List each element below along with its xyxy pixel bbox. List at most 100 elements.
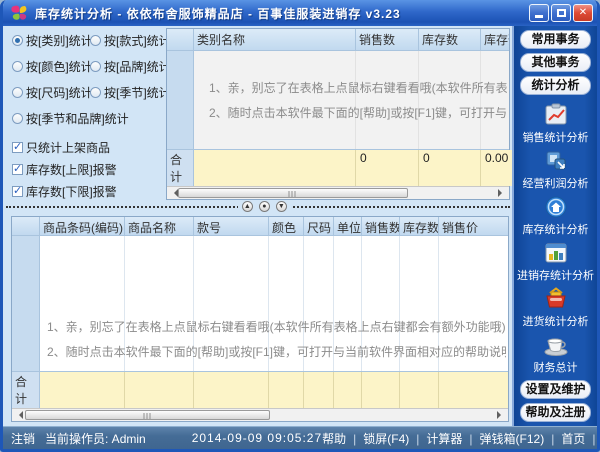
total-sales-value: 0 [356,150,419,186]
scroll-left-icon[interactable] [170,189,178,197]
sidebar-tab-stats-analysis[interactable]: 统计分析 [520,76,591,95]
sidebar-item-label: 经营利润分析 [522,178,589,190]
radio-by-category[interactable]: 按[类别]统计 [12,32,93,49]
radio-label: 按[季节和品牌]统计 [26,112,129,126]
sidebar-item-finance-total[interactable]: 财务总计 [534,333,578,375]
radio-label: 按[尺码]统计 [26,86,93,100]
column-header-stock[interactable]: 库存数 [400,217,439,236]
status-datetime: 2014-09-09 09:05:27 [191,431,323,445]
maximize-button[interactable] [551,4,571,22]
checkbox-lower-limit-alert[interactable]: 库存数[下限]报警 [12,183,164,200]
column-header-barcode[interactable]: 商品条码(编码) [40,217,125,236]
column-header-sales[interactable]: 销售数 [356,29,419,51]
sidebar-item-label: 进货统计分析 [522,316,589,328]
sidebar-tab-common-tasks[interactable]: 常用事务 [520,30,591,49]
row-indicator-header [167,29,194,51]
column-header-stock[interactable]: 库存数 [419,29,481,51]
sidebar-item-purchase-stats[interactable]: 进货统计分析 [523,287,589,329]
radio-by-season[interactable]: 按[季节]统计 [90,84,171,101]
detail-total-row: 合计 [12,371,508,408]
detail-table-body[interactable]: 1、亲，别忘了在表格上点鼠标右键看看哦(本软件所有表格上点右键都会有额外功能哦)… [12,236,508,371]
checkbox-label: 库存数[下限]报警 [26,185,117,199]
title-bar: 库存统计分析 - 依依布舍服饰精品店 - 百事佳服装进销存 v3.23 ✕ [3,0,597,26]
current-operator: 当前操作员: Admin [45,431,146,446]
checkbox-label: 只统计上架商品 [26,141,111,155]
radio-by-style[interactable]: 按[款式]统计 [90,32,171,49]
sidebar-item-label: 进销存统计分析 [517,270,594,282]
radio-by-season-brand[interactable]: 按[季节和品牌]统计 [12,110,164,127]
lock-screen-link[interactable]: 锁屏(F4) [346,430,409,447]
detail-table: 商品条码(编码) 商品名称 款号 颜色 尺码 单位 销售数 库存数 销售价 1、… [11,216,509,422]
column-header-product-name[interactable]: 商品名称 [125,217,194,236]
purchase-sale-stock-icon [545,243,566,263]
cash-drawer-link[interactable]: 弹钱箱(F12) [462,430,545,447]
radio-icon [90,61,101,72]
finance-total-icon [544,338,567,356]
sidebar-item-inventory-stats[interactable]: 库存统计分析 [523,195,589,237]
sidebar-tab-other-tasks[interactable]: 其他事务 [520,53,591,72]
table-hint-line2: 2、随时点击本软件最下面的[帮助]或按[F1]键，可打开与当前软件界面相对应的帮… [47,345,506,359]
checkbox-icon [12,140,23,153]
table-splitter[interactable]: ▲ ● ▼ [6,200,510,214]
scroll-left-icon[interactable] [15,411,23,419]
column-header-presale[interactable]: 库存预售额 [481,29,509,51]
scroll-right-icon[interactable] [497,411,505,419]
sidebar-button-help-register[interactable]: 帮助及注册 [520,403,591,422]
sales-stats-icon [545,103,566,125]
calculator-link[interactable]: 计算器 [409,430,462,447]
summary-table-body[interactable]: 1、亲，别忘了在表格上点鼠标右键看看哦(本软件所有表格上点右键都会有额外功能哦)… [167,51,509,149]
radio-icon [90,35,101,46]
home-link[interactable]: 首页 [544,430,585,447]
total-category-cell [194,150,356,186]
sidebar-item-sales-stats[interactable]: 销售统计分析 [523,103,589,145]
sidebar-button-settings-maintenance[interactable]: 设置及维护 [520,380,591,399]
radio-label: 按[颜色]统计 [26,60,93,74]
column-header-price[interactable]: 销售价 [439,217,508,236]
hide-nav-link[interactable]: 隐藏导航栏 [585,430,597,447]
total-label: 合计 [12,372,40,408]
status-bar: 注销 当前操作员: Admin 2014-09-09 09:05:27 帮助 锁… [3,426,597,449]
sidebar-item-purchase-sale-stock-stats[interactable]: 进销存统计分析 [517,241,594,283]
scroll-thumb[interactable] [178,188,408,198]
scroll-right-icon[interactable] [498,189,506,197]
checkbox-upper-limit-alert[interactable]: 库存数[上限]报警 [12,161,164,178]
radio-by-size[interactable]: 按[尺码]统计 [12,84,93,101]
radio-by-color[interactable]: 按[颜色]统计 [12,58,93,75]
sidebar-item-label: 财务总计 [533,362,578,374]
column-header-unit[interactable]: 单位 [334,217,362,236]
inventory-stats-icon [545,196,566,218]
column-header-color[interactable]: 颜色 [269,217,304,236]
help-link[interactable]: 帮助 [322,430,346,447]
radio-icon [12,35,23,46]
radio-by-brand[interactable]: 按[品牌]统计 [90,58,171,75]
column-header-size[interactable]: 尺码 [304,217,334,236]
checkbox-icon [12,184,23,197]
filter-panel: 按[类别]统计 按[款式]统计 按[颜色]统计 按[品牌]统计 按[尺码]统计 … [6,28,171,200]
nav-sidebar: 常用事务 其他事务 统计分析 销售统计分析 经营利润分析 库存统计分析 进销存统… [512,26,597,426]
minimize-button[interactable] [529,4,549,22]
splitter-dot-icon[interactable]: ● [258,201,270,212]
column-header-category[interactable]: 类别名称 [194,29,356,51]
radio-label: 按[款式]统计 [104,34,171,48]
splitter-up-icon[interactable]: ▲ [241,201,253,212]
close-button[interactable]: ✕ [573,4,593,22]
sidebar-item-label: 库存统计分析 [522,224,589,236]
summary-table: 类别名称 销售数 库存数 库存预售额 1、亲，别忘了在表格上点鼠标右键看看哦(本… [166,28,513,200]
purchase-stats-icon [545,287,566,308]
splitter-down-icon[interactable]: ▼ [275,201,287,212]
sidebar-item-profit-analysis[interactable]: 经营利润分析 [523,149,589,191]
scroll-thumb[interactable] [25,410,270,420]
checkbox-label: 库存数[上限]报警 [26,163,117,177]
logout-link[interactable]: 注销 [11,430,35,447]
radio-label: 按[季节]统计 [104,86,171,100]
detail-hscrollbar[interactable] [12,408,508,421]
checkbox-only-on-shelf[interactable]: 只统计上架商品 [12,139,164,156]
row-indicator-header [12,217,40,236]
total-label: 合计 [167,150,194,186]
radio-icon [12,87,23,98]
summary-hscrollbar[interactable] [167,186,509,199]
column-header-style-no[interactable]: 款号 [194,217,269,236]
total-presale-value: 0.00 [481,150,513,186]
column-header-sales[interactable]: 销售数 [362,217,400,236]
app-logo-icon [11,5,27,20]
